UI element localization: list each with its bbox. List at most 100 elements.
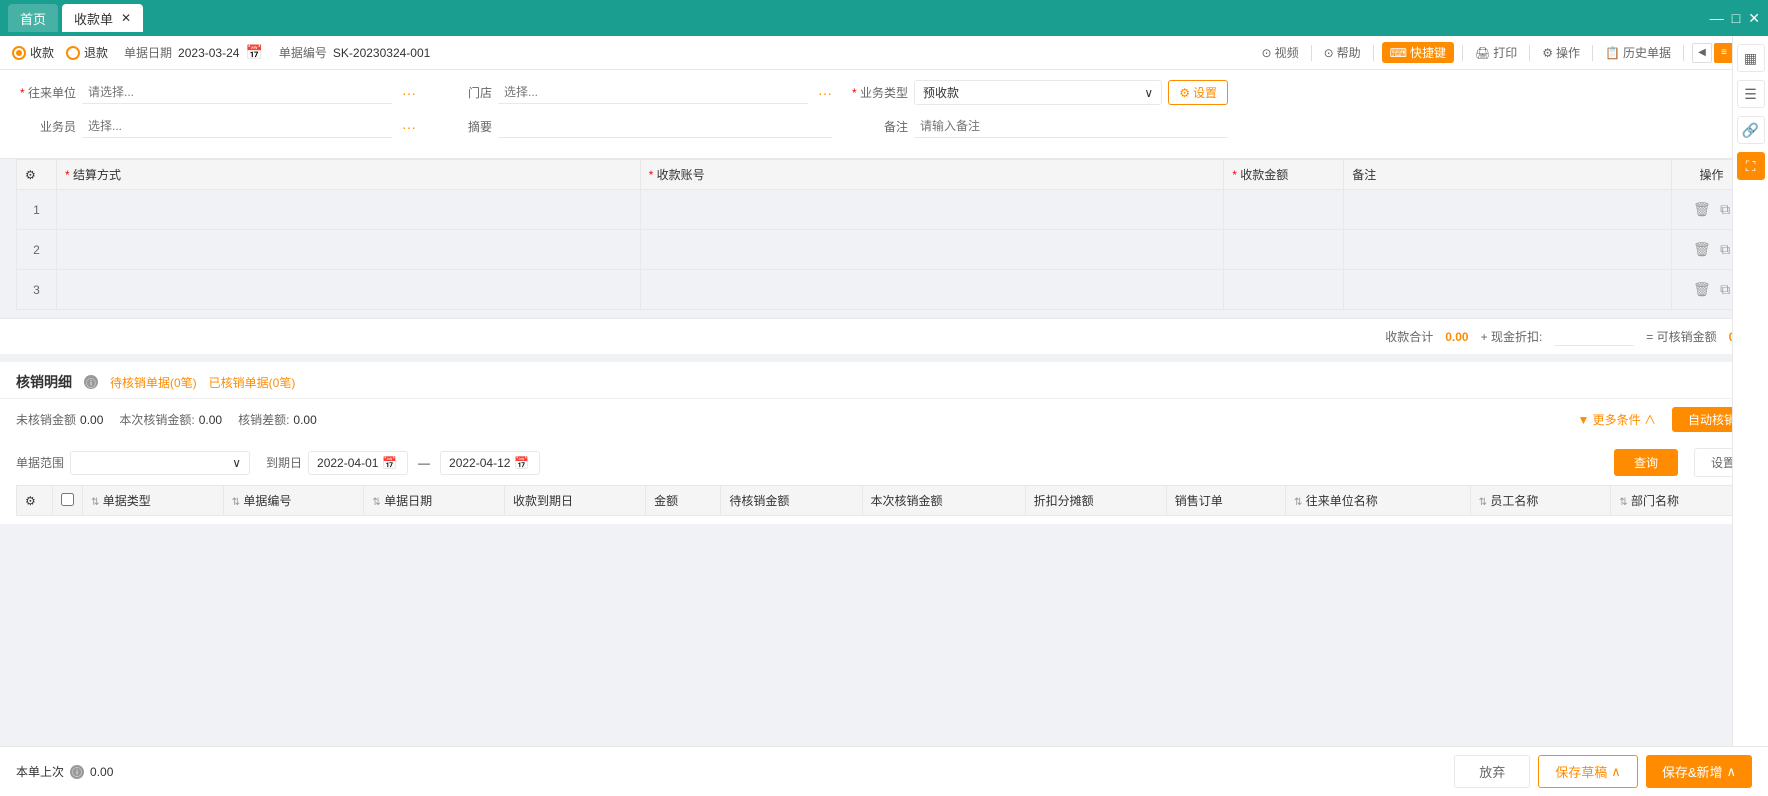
summary-input[interactable] bbox=[498, 115, 832, 138]
save-new-button[interactable]: 保存&新增 ∧ bbox=[1646, 755, 1752, 788]
query-btn[interactable]: 查询 bbox=[1614, 449, 1678, 476]
receipt-table: ⚙ * 结算方式 * 收款账号 * 收款金额 备注 操作 bbox=[16, 159, 1752, 310]
salesperson-more-btn[interactable]: ··· bbox=[402, 119, 416, 135]
remark-input[interactable] bbox=[914, 115, 1228, 138]
radio-refund[interactable]: 退款 bbox=[66, 44, 108, 61]
nav-prev-btn[interactable]: ◀ bbox=[1692, 43, 1712, 63]
row-1-account[interactable] bbox=[640, 190, 1224, 230]
shortcut-btn[interactable]: ⌨ 快捷键 bbox=[1382, 42, 1454, 63]
range-field: 单据范围 ∨ bbox=[16, 451, 250, 475]
store-field: 门店 ··· bbox=[432, 81, 832, 104]
tab-receipt-close[interactable]: ✕ bbox=[121, 11, 131, 25]
row-2-settlement[interactable] bbox=[57, 230, 641, 270]
row-3-settlement[interactable] bbox=[57, 270, 641, 310]
row-1-num: 1 bbox=[17, 190, 57, 230]
row-2-num: 2 bbox=[17, 230, 57, 270]
row-1-delete-icon[interactable]: 🗑 bbox=[1693, 201, 1711, 217]
date-sort-icon: ⇅ bbox=[372, 497, 380, 508]
row-1-copy-icon[interactable]: ⧉ bbox=[1720, 201, 1730, 217]
store-more-btn[interactable]: ··· bbox=[818, 85, 832, 101]
biz-type-field: 业务类型 预收款 ∨ ⚙ 设置 bbox=[848, 80, 1228, 105]
salesperson-input[interactable] bbox=[82, 115, 392, 138]
done-tab[interactable]: 已核销单据(0笔) bbox=[209, 374, 296, 391]
receipt-type-group: 收款 退款 bbox=[12, 44, 108, 61]
row-2-account[interactable] bbox=[640, 230, 1224, 270]
table-header-row: ⚙ * 结算方式 * 收款账号 * 收款金额 备注 操作 bbox=[17, 160, 1752, 190]
pending-tab[interactable]: 待核销单据(0笔) bbox=[110, 374, 197, 391]
verify-info-icon[interactable]: ⓘ bbox=[84, 375, 98, 389]
row-2-amount[interactable] bbox=[1224, 230, 1344, 270]
range-chevron-icon: ∨ bbox=[232, 456, 241, 470]
row-3-remark[interactable] bbox=[1344, 270, 1672, 310]
date-to-value: 2022-04-12 bbox=[449, 456, 510, 470]
video-btn[interactable]: ⊙ 视频 bbox=[1258, 42, 1303, 63]
store-input[interactable] bbox=[498, 81, 808, 104]
equals-label: = 可核销金额 bbox=[1646, 328, 1716, 345]
sidebar-table-icon[interactable]: ▦ bbox=[1737, 44, 1765, 72]
vth-date: ⇅ 单据日期 bbox=[364, 486, 505, 516]
vth-checkbox[interactable] bbox=[53, 486, 83, 516]
range-select[interactable]: ∨ bbox=[70, 451, 250, 475]
minimize-btn[interactable]: — bbox=[1710, 10, 1724, 27]
row-3-copy-icon[interactable]: ⧉ bbox=[1720, 281, 1730, 297]
ops-btn[interactable]: ⚙ 操作 bbox=[1538, 42, 1584, 63]
last-label: 本单上次 bbox=[16, 763, 64, 780]
help-btn[interactable]: ⊙ 帮助 bbox=[1320, 42, 1365, 63]
divider-1 bbox=[1311, 45, 1312, 61]
vth-discount: 折扣分摊额 bbox=[1025, 486, 1166, 516]
vth-order: 销售订单 bbox=[1166, 486, 1285, 516]
row-3-amount[interactable] bbox=[1224, 270, 1344, 310]
history-btn[interactable]: 📋 历史单据 bbox=[1601, 42, 1675, 63]
row-1-amount[interactable] bbox=[1224, 190, 1344, 230]
history-icon: 📋 bbox=[1605, 46, 1620, 60]
biz-type-select[interactable]: 预收款 ∨ bbox=[914, 80, 1162, 105]
vth-dept: ⇅ 部门名称 bbox=[1611, 486, 1752, 516]
unchecked-value: 0.00 bbox=[80, 413, 103, 427]
close-btn[interactable]: ✕ bbox=[1748, 10, 1760, 27]
diff-field: 核销差额: 0.00 bbox=[238, 411, 317, 428]
counterpart-input[interactable] bbox=[82, 81, 392, 104]
sidebar-expand-icon[interactable]: ⛶ bbox=[1737, 152, 1765, 180]
tab-home[interactable]: 首页 bbox=[8, 4, 58, 32]
last-info-icon[interactable]: ⓘ bbox=[70, 765, 84, 779]
date-from-input[interactable]: 2022-04-01 📅 bbox=[308, 451, 408, 475]
right-sidebar: ▦ ☰ 🔗 ⛶ bbox=[1732, 36, 1768, 796]
range-label: 单据范围 bbox=[16, 454, 64, 471]
date-range-label: 到期日 bbox=[266, 454, 302, 471]
radio-receive[interactable]: 收款 bbox=[12, 44, 54, 61]
remark-field: 备注 bbox=[848, 115, 1228, 138]
th-remark: 备注 bbox=[1344, 160, 1672, 190]
salesperson-field: 业务员 ··· bbox=[16, 115, 416, 138]
row-3-num: 3 bbox=[17, 270, 57, 310]
row-1-settlement[interactable] bbox=[57, 190, 641, 230]
th-settings[interactable]: ⚙ bbox=[17, 160, 57, 190]
store-label: 门店 bbox=[432, 84, 492, 101]
row-2-delete-icon[interactable]: 🗑 bbox=[1693, 241, 1711, 257]
row-3-delete-icon[interactable]: 🗑 bbox=[1693, 281, 1711, 297]
row-1-remark[interactable] bbox=[1344, 190, 1672, 230]
counterpart-more-btn[interactable]: ··· bbox=[402, 85, 416, 101]
date-calendar-icon[interactable]: 📅 bbox=[245, 44, 262, 61]
more-conditions-btn[interactable]: ▼ 更多条件 ∧ bbox=[1577, 411, 1656, 428]
vth-counterpart: ⇅ 往来单位名称 bbox=[1285, 486, 1470, 516]
date-value: 2023-03-24 bbox=[178, 46, 239, 60]
print-btn[interactable]: 🖨 打印 bbox=[1471, 42, 1521, 63]
sidebar-attach-icon[interactable]: 🔗 bbox=[1737, 116, 1765, 144]
row-2-remark[interactable] bbox=[1344, 230, 1672, 270]
row-2-copy-icon[interactable]: ⧉ bbox=[1720, 241, 1730, 257]
vth-settings[interactable]: ⚙ bbox=[17, 486, 53, 516]
maximize-btn[interactable]: □ bbox=[1732, 10, 1740, 27]
abandon-button[interactable]: 放弃 bbox=[1454, 755, 1530, 788]
setting-button[interactable]: ⚙ 设置 bbox=[1168, 80, 1228, 105]
current-check-label: 本次核销金额: bbox=[119, 411, 194, 428]
nav-list-btn[interactable]: ≡ bbox=[1714, 43, 1734, 63]
select-all-checkbox[interactable] bbox=[61, 493, 74, 506]
table-row: 1 🗑 ⧉ bbox=[17, 190, 1752, 230]
date-to-input[interactable]: 2022-04-12 📅 bbox=[440, 451, 540, 475]
sidebar-list-icon[interactable]: ☰ bbox=[1737, 80, 1765, 108]
save-draft-button[interactable]: 保存草稿 ∧ bbox=[1538, 755, 1638, 788]
row-3-account[interactable] bbox=[640, 270, 1224, 310]
tab-receipt[interactable]: 收款单 ✕ bbox=[62, 4, 143, 32]
radio-refund-label: 退款 bbox=[84, 44, 108, 61]
discount-input[interactable] bbox=[1554, 327, 1634, 346]
